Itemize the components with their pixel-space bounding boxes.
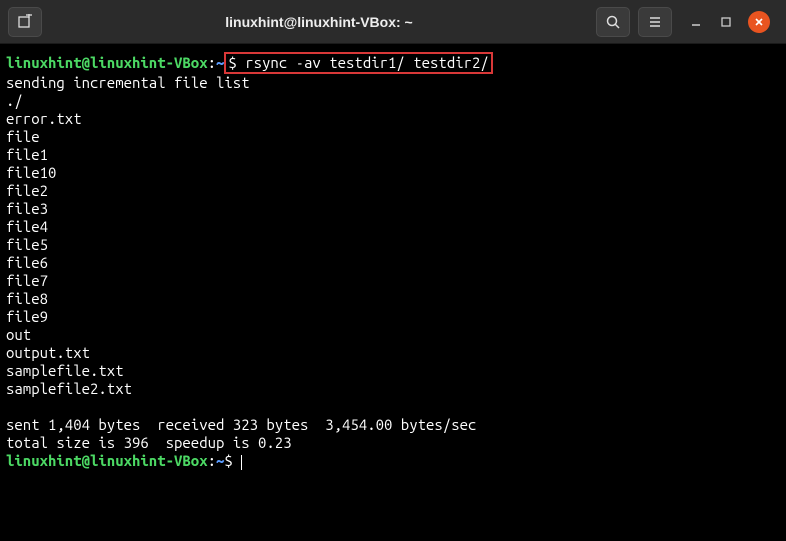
minimize-button[interactable] <box>688 14 704 30</box>
close-icon <box>753 16 765 28</box>
window-title: linuxhint@linuxhint-VBox: ~ <box>50 14 588 30</box>
prompt-symbol: $ <box>228 54 236 71</box>
maximize-icon <box>720 16 732 28</box>
window-controls <box>680 11 778 33</box>
prompt-separator: : <box>208 54 216 71</box>
prompt-user-host: linuxhint@linuxhint-VBox <box>6 452 208 469</box>
minimize-icon <box>690 16 702 28</box>
command-highlight: $ rsync -av testdir1/ testdir2/ <box>224 52 492 74</box>
close-button[interactable] <box>748 11 770 33</box>
prompt-separator: : <box>208 452 216 469</box>
command-text: rsync -av testdir1/ testdir2/ <box>245 54 489 71</box>
new-tab-icon <box>17 14 33 30</box>
titlebar: linuxhint@linuxhint-VBox: ~ <box>0 0 786 44</box>
cursor <box>241 455 242 470</box>
file-list: ./ error.txt file file1 file10 file2 fil… <box>6 92 132 397</box>
prompt-path: ~ <box>216 54 224 71</box>
search-icon <box>605 14 621 30</box>
prompt-symbol: $ <box>224 452 232 469</box>
new-tab-button[interactable] <box>8 7 42 37</box>
menu-button[interactable] <box>638 7 672 37</box>
output-header: sending incremental file list <box>6 74 250 91</box>
prompt-line-2: linuxhint@linuxhint-VBox:~$ <box>6 452 242 469</box>
hamburger-icon <box>647 14 663 30</box>
prompt-user-host: linuxhint@linuxhint-VBox <box>6 54 208 71</box>
summary-line-1: sent 1,404 bytes received 323 bytes 3,45… <box>6 416 476 433</box>
terminal-body[interactable]: linuxhint@linuxhint-VBox:~$ rsync -av te… <box>0 44 786 541</box>
search-button[interactable] <box>596 7 630 37</box>
terminal-window: linuxhint@linuxhint-VBox: ~ <box>0 0 786 541</box>
prompt-line-1: linuxhint@linuxhint-VBox:~$ rsync -av te… <box>6 54 493 71</box>
maximize-button[interactable] <box>718 14 734 30</box>
summary-line-2: total size is 396 speedup is 0.23 <box>6 434 292 451</box>
